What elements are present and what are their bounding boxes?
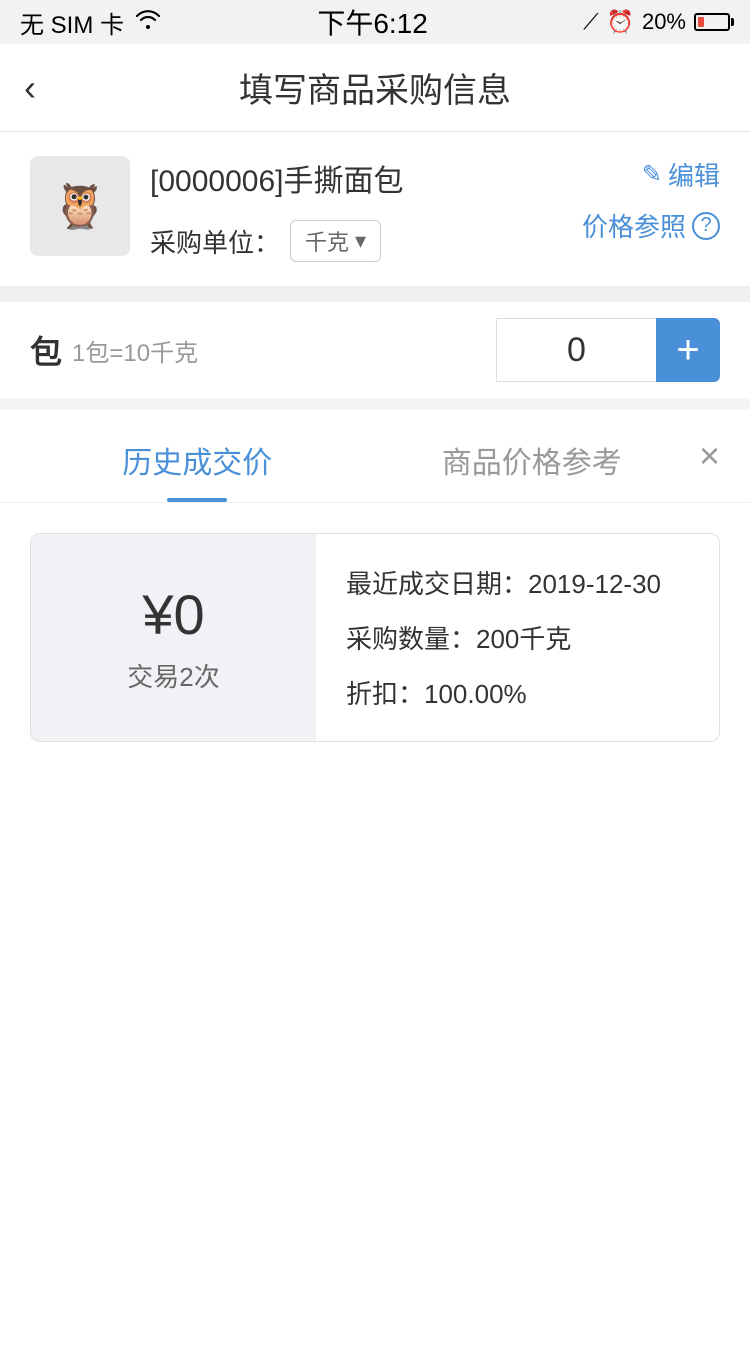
- discount-label: 折扣：: [346, 679, 424, 709]
- dropdown-arrow-icon: ▾: [355, 228, 366, 254]
- tab-history-price[interactable]: 历史成交价: [30, 410, 364, 502]
- unit-selector[interactable]: 千克 ▾: [290, 220, 381, 262]
- trade-count: 交易2次: [127, 657, 219, 694]
- quantity-input[interactable]: [496, 318, 656, 382]
- tab-history-label: 历史成交价: [122, 447, 272, 480]
- edit-button[interactable]: ✎ 编辑: [642, 156, 720, 193]
- product-left: 🦉 [0000006]手撕面包 采购单位： 千克 ▾: [30, 156, 403, 262]
- status-bar: 无 SIM 卡 下午6:12 ⟋ ⏰ 20%: [0, 0, 750, 44]
- product-logo-icon: 🦉: [53, 180, 108, 232]
- product-section: 🦉 [0000006]手撕面包 采购单位： 千克 ▾ ✎ 编辑 价格参照: [0, 132, 750, 286]
- plus-icon: +: [676, 328, 699, 373]
- battery-percent: 20%: [642, 9, 686, 35]
- product-name: [0000006]手撕面包: [150, 156, 403, 200]
- edit-icon: ✎: [642, 160, 662, 189]
- price-card: ¥0 交易2次 最近成交日期：2019-12-30 采购数量：200千克 折扣：…: [30, 533, 720, 742]
- help-icon: ?: [692, 212, 720, 240]
- tabs-header: 历史成交价 商品价格参考 ×: [0, 410, 750, 503]
- section-divider: [0, 286, 750, 302]
- quantity-controls: +: [496, 318, 720, 382]
- carrier-text: 无 SIM 卡: [20, 5, 124, 40]
- price-amount: ¥0: [142, 582, 204, 647]
- quantity-unit: 包: [30, 327, 62, 373]
- status-left: 无 SIM 卡: [20, 5, 162, 40]
- price-reference-button[interactable]: 价格参照 ?: [582, 207, 720, 244]
- tab-price-ref-label: 商品价格参考: [442, 447, 622, 480]
- nav-bar: ‹ 填写商品采购信息: [0, 44, 750, 132]
- recent-date-value: 2019-12-30: [528, 569, 661, 599]
- location-icon: ⟋: [583, 9, 598, 35]
- alarm-icon: ⏰: [607, 9, 634, 35]
- quantity-plus-button[interactable]: +: [656, 318, 720, 382]
- status-right: ⟋ ⏰ 20%: [583, 9, 730, 35]
- price-ref-label: 价格参照: [582, 207, 686, 244]
- discount-value: 100.00%: [424, 679, 527, 709]
- main-content-area: [0, 772, 750, 1372]
- product-unit-row: 采购单位： 千克 ▾: [150, 220, 403, 262]
- purchase-qty-label: 采购数量：: [346, 624, 476, 654]
- status-time: 下午6:12: [317, 2, 428, 42]
- product-header: 🦉 [0000006]手撕面包 采购单位： 千克 ▾ ✎ 编辑 价格参照: [30, 156, 720, 262]
- quantity-section: 包 1包=10千克 +: [0, 302, 750, 398]
- wifi-icon: [134, 8, 162, 37]
- recent-date-label: 最近成交日期：: [346, 569, 528, 599]
- close-icon: ×: [699, 435, 720, 476]
- battery-icon: [694, 13, 730, 31]
- purchase-unit-label: 采购单位：: [150, 223, 280, 260]
- product-info: [0000006]手撕面包 采购单位： 千克 ▾: [150, 156, 403, 262]
- purchase-qty-value: 200千克: [476, 624, 571, 654]
- purchase-qty-row: 采购数量：200千克: [346, 619, 689, 656]
- top-right-actions: ✎ 编辑 价格参照 ?: [582, 156, 720, 244]
- unit-value: 千克: [305, 225, 349, 257]
- price-card-left: ¥0 交易2次: [31, 534, 316, 741]
- page-title: 填写商品采购信息: [239, 63, 511, 112]
- price-card-right: 最近成交日期：2019-12-30 采购数量：200千克 折扣：100.00%: [316, 534, 719, 741]
- quantity-sub-text: 1包=10千克: [72, 333, 198, 368]
- product-thumbnail: 🦉: [30, 156, 130, 256]
- tab-product-price-ref[interactable]: 商品价格参考: [364, 410, 698, 502]
- tabs-section: 历史成交价 商品价格参考 × ¥0 交易2次 最近成交日期：2019-12-30…: [0, 410, 750, 1372]
- quantity-label: 包 1包=10千克: [30, 327, 198, 373]
- amount-value: 0: [174, 583, 205, 646]
- currency-symbol: ¥: [142, 583, 173, 646]
- back-button[interactable]: ‹: [24, 67, 36, 109]
- tab-close-button[interactable]: ×: [699, 415, 720, 497]
- edit-label: 编辑: [668, 156, 720, 193]
- recent-date-row: 最近成交日期：2019-12-30: [346, 564, 689, 601]
- discount-row: 折扣：100.00%: [346, 674, 689, 711]
